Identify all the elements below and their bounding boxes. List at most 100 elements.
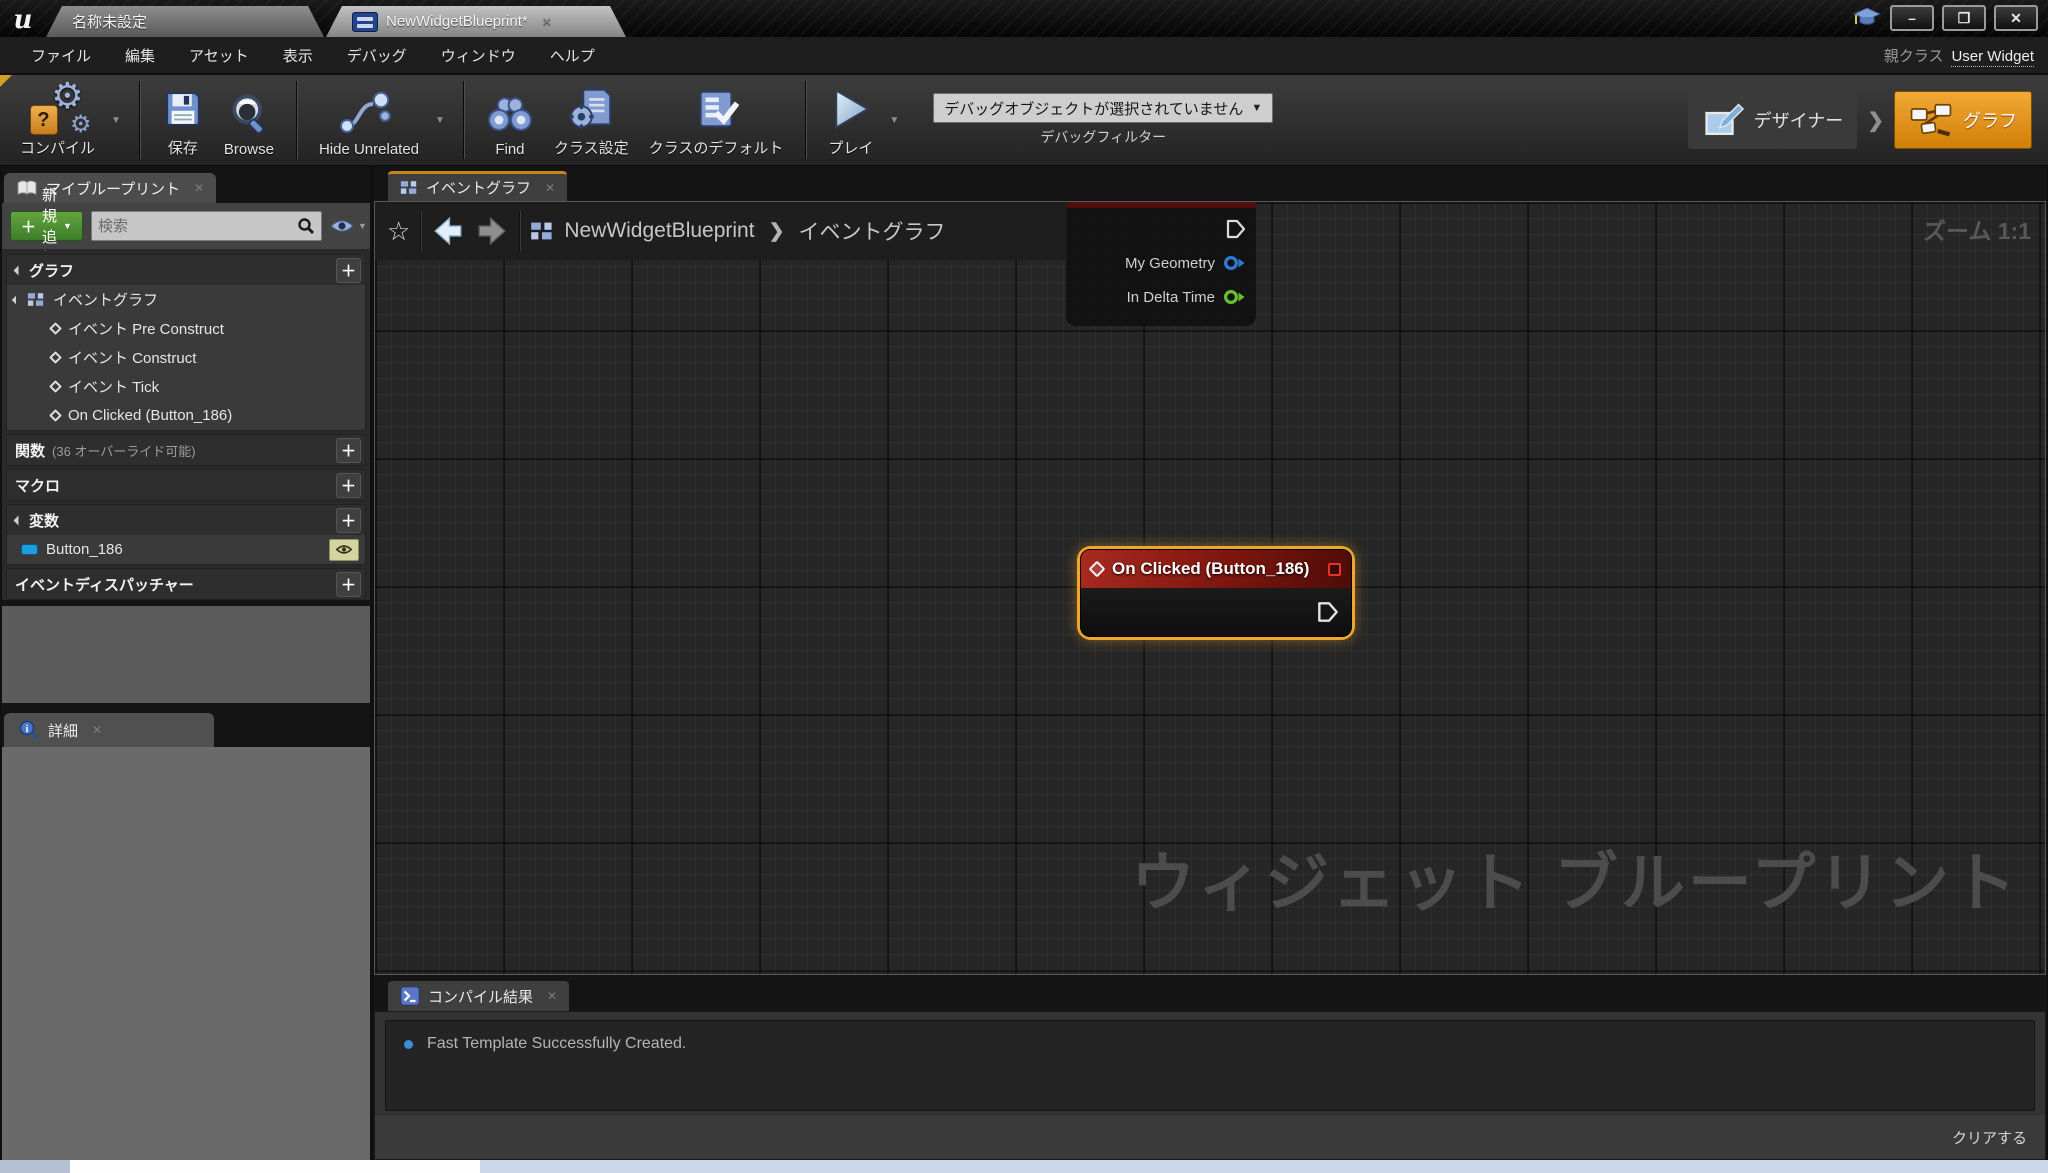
class-settings-button[interactable]: クラス設定	[544, 75, 639, 165]
menu-view[interactable]: 表示	[266, 45, 330, 66]
window-controls: – ❐ ✕	[1852, 5, 2048, 37]
variable-visibility-toggle[interactable]	[329, 538, 359, 561]
breadcrumb-current[interactable]: イベントグラフ	[799, 216, 946, 246]
variable-row-button-186[interactable]: Button_186	[7, 535, 365, 564]
compile-options-caret[interactable]: ▼	[105, 115, 127, 126]
tree-item-event-pre-construct[interactable]: イベント Pre Construct	[7, 314, 365, 343]
hide-unrelated-caret[interactable]: ▼	[429, 115, 451, 126]
my-blueprint-tab-strip: マイブループリント ✕	[2, 167, 370, 203]
details-tab[interactable]: i 詳細 ✕	[4, 713, 214, 747]
tree-item-event-tick[interactable]: イベント Tick	[7, 372, 365, 401]
debug-filter-group: デバッグオブジェクトが選択されていません ▼ デバッグフィルター	[915, 75, 1291, 165]
exec-output-pin[interactable]	[1315, 599, 1341, 625]
compiler-results-tab-label: コンパイル結果	[428, 988, 534, 1006]
data-pin-green[interactable]	[1222, 288, 1248, 306]
node-on-clicked[interactable]: On Clicked (Button_186)	[1077, 546, 1355, 640]
data-pin-blue[interactable]	[1222, 254, 1248, 272]
event-graph-label: イベントグラフ	[53, 292, 159, 309]
parent-class-value[interactable]: User Widget	[1951, 47, 2034, 67]
compiler-results-tab-close-icon[interactable]: ✕	[547, 989, 557, 1003]
play-options-caret[interactable]: ▼	[883, 115, 905, 126]
expand-arrow-icon	[13, 265, 24, 275]
class-defaults-button[interactable]: クラスのデフォルト	[639, 75, 794, 165]
graph-mode-button[interactable]: グラフ	[1894, 91, 2032, 149]
event-graph-tab-close-icon[interactable]: ✕	[545, 181, 555, 195]
compiler-results-tab-strip: コンパイル結果 ✕	[374, 975, 2046, 1011]
node-on-clicked-title: On Clicked (Button_186)	[1112, 559, 1310, 578]
compiler-results-body: Fast Template Successfully Created. クリアす…	[374, 1011, 2046, 1160]
details-info-icon: i	[18, 719, 40, 741]
section-graphs-header[interactable]: グラフ ＋	[7, 255, 365, 285]
compiler-results-tab[interactable]: コンパイル結果 ✕	[388, 981, 570, 1011]
restore-icon: ❐	[1957, 9, 1971, 26]
debug-object-dropdown[interactable]: デバッグオブジェクトが選択されていません ▼	[933, 93, 1274, 123]
add-variable-button[interactable]: ＋	[336, 507, 361, 533]
event-graph-icon	[400, 180, 418, 195]
section-functions-header[interactable]: 関数 (36 オーバーライド可能) ＋	[7, 435, 365, 465]
graph-canvas[interactable]: My Geometry In Delta Time On Clicked (Bu…	[375, 202, 2045, 974]
window-tab-untitled[interactable]: 名称未設定	[46, 6, 324, 37]
section-dispatchers-header[interactable]: イベントディスパッチャー ＋	[7, 569, 365, 599]
tree-item-event-construct[interactable]: イベント Construct	[7, 343, 365, 372]
tree-item-label: イベント Construct	[68, 350, 197, 367]
browse-button[interactable]: Browse	[214, 75, 284, 165]
forward-arrow-icon[interactable]	[475, 215, 509, 247]
menu-help[interactable]: ヘルプ	[533, 45, 612, 66]
my-blueprint-tab-close-icon[interactable]: ✕	[194, 181, 204, 195]
add-macro-button[interactable]: ＋	[336, 472, 361, 498]
section-graphs: グラフ ＋ イベントグラフ イベント Pre Construct イベント Co…	[6, 254, 366, 431]
restore-button[interactable]: ❐	[1942, 5, 1986, 31]
menu-bar: ファイル 編集 アセット 表示 デバッグ ウィンドウ ヘルプ 親クラス User …	[0, 37, 2048, 74]
breadcrumb-root[interactable]: NewWidgetBlueprint	[564, 219, 754, 243]
minimize-button[interactable]: –	[1890, 5, 1934, 31]
node-tick-partial[interactable]: My Geometry In Delta Time	[1066, 202, 1256, 326]
compiler-results-footer: クリアする	[375, 1115, 2045, 1159]
blueprint-search-input[interactable]	[97, 217, 297, 235]
section-dispatchers-label: イベントディスパッチャー	[15, 576, 194, 594]
visibility-filter-button[interactable]: ▼	[330, 218, 369, 234]
menu-asset[interactable]: アセット	[172, 45, 266, 66]
menu-window[interactable]: ウィンドウ	[424, 45, 533, 66]
details-tab-close-icon[interactable]: ✕	[92, 723, 102, 737]
menu-file[interactable]: ファイル	[14, 45, 108, 66]
section-dispatchers: イベントディスパッチャー ＋	[6, 568, 366, 600]
window-tab-blueprint[interactable]: NewWidgetBlueprint* ✕	[326, 6, 626, 37]
window-tab-blueprint-label: NewWidgetBlueprint*	[386, 13, 528, 30]
add-function-button[interactable]: ＋	[336, 437, 361, 463]
play-button[interactable]: プレイ	[818, 75, 883, 165]
minimize-icon: –	[1908, 10, 1916, 26]
designer-mode-button[interactable]: デザイナー	[1687, 91, 1858, 149]
tab-close-icon[interactable]: ✕	[542, 15, 552, 29]
unreal-logo-icon: u	[13, 5, 33, 35]
add-graph-button[interactable]: ＋	[336, 257, 361, 283]
section-variables: 変数 ＋ Button_186	[6, 504, 366, 565]
find-button[interactable]: Find	[476, 75, 544, 165]
back-arrow-icon[interactable]	[431, 215, 465, 247]
clear-button[interactable]: クリアする	[1952, 1127, 2027, 1148]
tree-item-event-graph[interactable]: イベントグラフ	[7, 285, 365, 314]
my-blueprint-toolbar: ＋ 新規追加 ▼	[2, 187, 370, 267]
menu-edit[interactable]: 編集	[108, 45, 172, 66]
tree-item-on-clicked[interactable]: On Clicked (Button_186)	[7, 401, 365, 430]
compile-button[interactable]: ⚙ ⚙ ? コンパイル	[10, 75, 105, 165]
bookmark-star-icon[interactable]: ☆	[387, 216, 410, 247]
tutorial-cap-icon[interactable]	[1852, 6, 1882, 30]
close-button[interactable]: ✕	[1994, 5, 2038, 31]
background-strip-segment	[70, 1160, 480, 1173]
background-strip-segment	[480, 1160, 2048, 1173]
section-macros-header[interactable]: マクロ ＋	[7, 470, 365, 500]
book-icon	[16, 179, 38, 197]
section-variables-header[interactable]: 変数 ＋	[7, 505, 365, 535]
console-icon	[400, 986, 420, 1006]
hide-unrelated-button[interactable]: Hide Unrelated	[309, 75, 429, 165]
save-button[interactable]: 保存	[152, 75, 214, 165]
expand-arrow-icon	[11, 295, 21, 304]
add-new-button[interactable]: ＋ 新規追加 ▼	[10, 187, 83, 267]
find-binoculars-icon	[486, 87, 534, 139]
my-blueprint-tab[interactable]: マイブループリント ✕	[4, 173, 217, 203]
add-dispatcher-button[interactable]: ＋	[336, 571, 361, 597]
delegate-pin[interactable]	[1328, 562, 1341, 576]
exec-output-pin[interactable]	[1224, 217, 1248, 241]
event-graph-tab[interactable]: イベントグラフ ✕	[388, 171, 568, 201]
menu-debug[interactable]: デバッグ	[330, 45, 424, 66]
